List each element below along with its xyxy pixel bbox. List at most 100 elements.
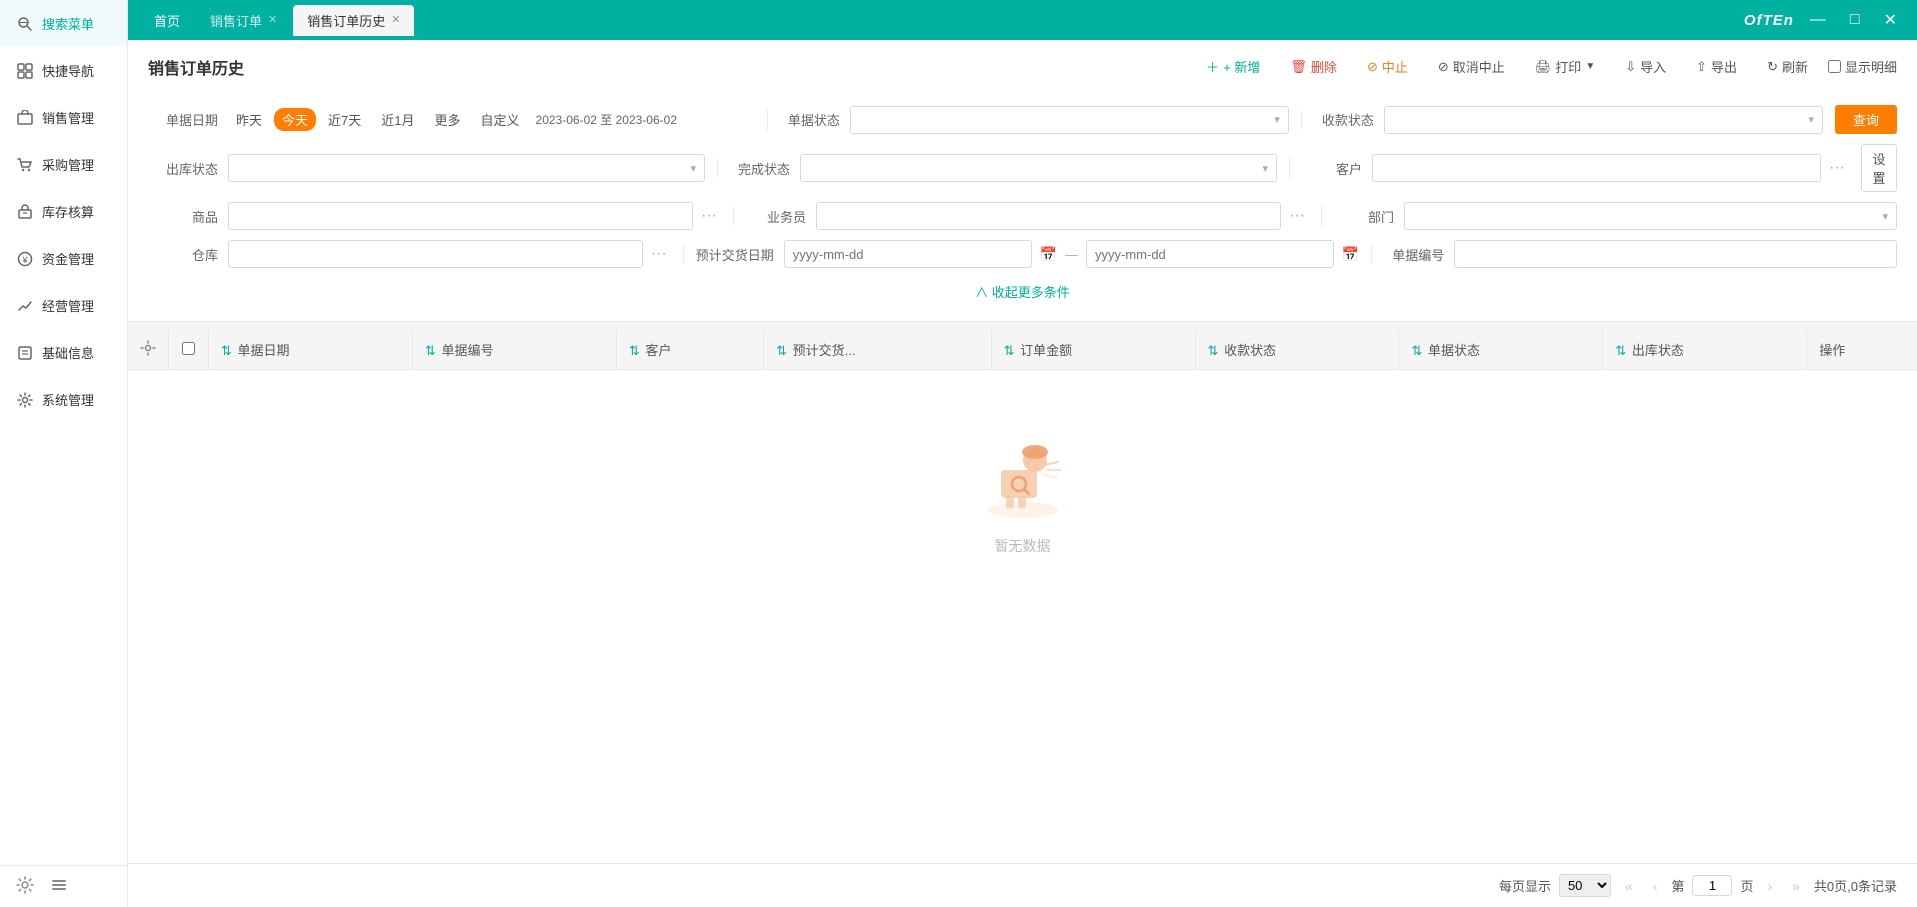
collapse-filters-btn[interactable]: ∧ 收起更多条件 <box>148 278 1897 309</box>
tab-sales-order-history-close[interactable]: ✕ <box>391 15 400 26</box>
page-title-row: 销售订单历史 ＋ + 新增 🗑 删除 ⊘ 中止 ⊘ <box>128 40 1917 81</box>
import-button[interactable]: ⇩ 导入 <box>1615 52 1676 81</box>
goods-input[interactable] <box>228 202 693 230</box>
date-custom-btn[interactable]: 自定义 <box>473 108 528 131</box>
main-content: 首页 销售订单 ✕ 销售订单历史 ✕ OfTEn — □ ✕ 销售订单历史 ＋ … <box>128 0 1917 907</box>
date-today-btn[interactable]: 今天 <box>274 108 316 131</box>
delivery-status-select[interactable]: ▾ <box>228 154 705 182</box>
th-delivery-status-sort-icon[interactable]: ⇅ <box>1615 343 1626 358</box>
divider-6 <box>1321 206 1322 226</box>
date-range-display: 2023-06-02 至 2023-06-02 <box>536 111 677 128</box>
export-button[interactable]: ⇧ 导出 <box>1686 52 1747 81</box>
tab-sales-order-history-label: 销售订单历史 <box>307 11 385 30</box>
print-button[interactable]: 🖨 打印 ▼ <box>1525 52 1605 81</box>
query-button[interactable]: 查询 <box>1835 105 1897 134</box>
current-page-input[interactable] <box>1692 875 1732 896</box>
sidebar-item-basic-info[interactable]: 基础信息 <box>0 329 127 376</box>
warehouse-more-btn[interactable]: ··· <box>647 245 671 263</box>
empty-state: 暂无数据 <box>128 370 1917 616</box>
date-yesterday-btn[interactable]: 昨天 <box>228 108 270 131</box>
stop-button[interactable]: ⊘ 中止 <box>1357 52 1418 81</box>
date-more-btn[interactable]: 更多 <box>427 108 469 131</box>
tab-sales-order[interactable]: 销售订单 ✕ <box>196 5 291 36</box>
sidebar-item-purchase-mgmt[interactable]: 采购管理 <box>0 141 127 188</box>
order-status-select[interactable]: ▾ <box>850 106 1289 134</box>
next-page-btn[interactable]: › <box>1761 876 1778 896</box>
tab-sales-order-close[interactable]: ✕ <box>268 15 277 26</box>
toolbar: ＋ + 新增 🗑 删除 ⊘ 中止 ⊘ 取消中止 <box>1196 52 1897 81</box>
customer-label: 客户 <box>1302 159 1372 178</box>
filter-row-2: 出库状态 ▾ 完成状态 ▾ <box>148 144 1897 192</box>
new-button[interactable]: ＋ + 新增 <box>1196 52 1270 81</box>
per-page-select[interactable]: 50 10 20 100 <box>1559 874 1611 897</box>
delivery-status-dropdown-arrow: ▾ <box>690 162 696 175</box>
warehouse-label: 仓库 <box>148 245 228 264</box>
th-expected-delivery-sort-icon[interactable]: ⇅ <box>776 343 787 358</box>
collapse-sidebar-icon[interactable] <box>50 876 68 897</box>
th-order-amount-sort-icon[interactable]: ⇅ <box>1004 343 1015 358</box>
date-7days-btn[interactable]: 近7天 <box>320 108 369 131</box>
calendar-start-icon[interactable]: 📅 <box>1040 246 1057 263</box>
sidebar-item-quick-nav[interactable]: 快捷导航 <box>0 47 127 94</box>
complete-status-label: 完成状态 <box>730 159 800 178</box>
delete-button[interactable]: 🗑 删除 <box>1280 52 1347 81</box>
salesperson-more-btn[interactable]: ··· <box>1285 207 1309 225</box>
warehouse-input[interactable] <box>228 240 643 268</box>
tab-home[interactable]: 首页 <box>140 5 194 36</box>
divider-7 <box>683 244 684 264</box>
sidebar-item-search-menu[interactable]: 搜索菜单 <box>0 0 127 47</box>
settings-config-button[interactable]: 设置 <box>1861 144 1897 192</box>
prev-page-btn[interactable]: ‹ <box>1647 876 1664 896</box>
calendar-end-icon[interactable]: 📅 <box>1342 246 1359 263</box>
window-maximize-btn[interactable]: □ <box>1842 7 1868 33</box>
select-all-checkbox[interactable] <box>182 342 195 355</box>
import-icon: ⇩ <box>1625 59 1636 75</box>
th-customer-sort-icon[interactable]: ⇅ <box>629 343 640 358</box>
cancel-stop-button[interactable]: ⊘ 取消中止 <box>1428 52 1515 81</box>
last-page-btn[interactable]: » <box>1786 876 1806 896</box>
page-word: 第 <box>1671 876 1684 895</box>
divider-1 <box>767 110 768 130</box>
operations-icon <box>16 297 34 315</box>
th-order-no-sort-icon[interactable]: ⇅ <box>425 343 436 358</box>
payment-status-select[interactable]: ▾ <box>1384 106 1823 134</box>
th-settings[interactable] <box>128 330 169 370</box>
goods-more-btn[interactable]: ··· <box>697 207 721 225</box>
payment-status-dropdown-arrow: ▾ <box>1808 113 1814 126</box>
tab-sales-order-history[interactable]: 销售订单历史 ✕ <box>293 5 414 36</box>
show-detail-checkbox[interactable] <box>1828 60 1841 73</box>
data-table: ⇅ 单据日期 ⇅ 单据编号 ⇅ 客户 <box>128 330 1917 370</box>
th-date-sort-icon[interactable]: ⇅ <box>221 343 232 358</box>
date-1month-btn[interactable]: 近1月 <box>373 108 422 131</box>
complete-status-select[interactable]: ▾ <box>800 154 1277 182</box>
first-page-btn[interactable]: « <box>1619 876 1639 896</box>
th-operations: 操作 <box>1807 330 1917 370</box>
order-no-input[interactable] <box>1454 240 1897 268</box>
sidebar-item-finance[interactable]: ¥ 资金管理 <box>0 235 127 282</box>
th-payment-status-sort-icon[interactable]: ⇅ <box>1208 343 1219 358</box>
settings-icon[interactable] <box>16 876 34 897</box>
customer-input[interactable] <box>1372 154 1821 182</box>
print-dropdown-icon: ▼ <box>1585 61 1595 72</box>
sidebar-item-system-mgmt[interactable]: 系统管理 <box>0 376 127 423</box>
divider-3 <box>717 158 718 178</box>
delete-icon: 🗑 <box>1290 59 1307 75</box>
sidebar-item-operations[interactable]: 经营管理 <box>0 282 127 329</box>
expected-delivery-start[interactable] <box>784 240 1032 268</box>
refresh-button[interactable]: ↻ 刷新 <box>1757 52 1818 81</box>
department-select[interactable]: ▾ <box>1404 202 1897 230</box>
filter-row-1: 单据日期 昨天 今天 近7天 近1月 更多 自定义 2023-06-02 至 2… <box>148 105 1897 134</box>
salesperson-input[interactable] <box>816 202 1281 230</box>
th-checkbox[interactable] <box>169 330 209 370</box>
th-payment-status: ⇅ 收款状态 <box>1195 330 1399 370</box>
customer-more-btn[interactable]: ··· <box>1825 159 1849 177</box>
sidebar-item-inventory[interactable]: 库存核算 <box>0 188 127 235</box>
sidebar-item-sales-mgmt[interactable]: 销售管理 <box>0 94 127 141</box>
window-close-btn[interactable]: ✕ <box>1876 6 1905 34</box>
payment-status-label: 收款状态 <box>1314 110 1384 129</box>
divider-5 <box>733 206 734 226</box>
order-no-label: 单据编号 <box>1384 245 1454 264</box>
th-order-status-sort-icon[interactable]: ⇅ <box>1411 343 1422 358</box>
window-minimize-btn[interactable]: — <box>1802 7 1834 33</box>
expected-delivery-end[interactable] <box>1086 240 1334 268</box>
